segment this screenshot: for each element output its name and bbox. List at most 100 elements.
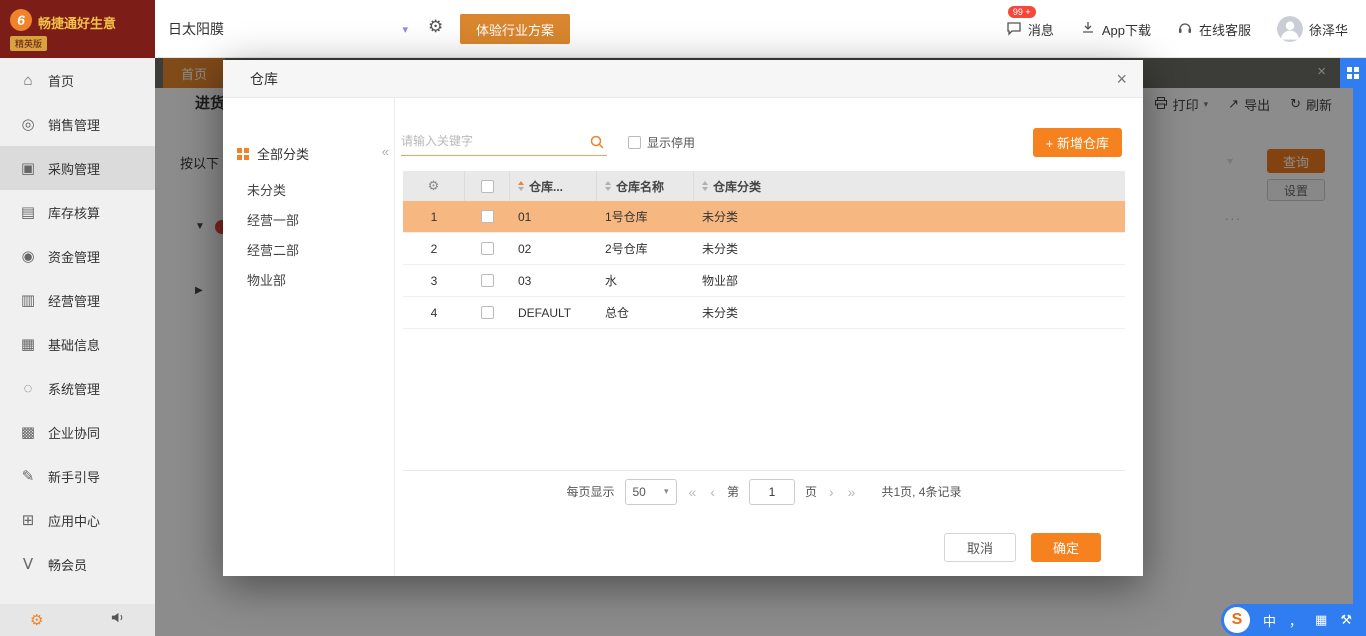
page-number-input[interactable] (748, 478, 795, 505)
ime-toolbar: S 中 ， ▦ ⚒ (1221, 604, 1366, 636)
row-index: 4 (430, 305, 438, 320)
table-row[interactable]: 1 01 1号仓库 未分类 (403, 201, 1125, 233)
speaker-icon[interactable] (110, 610, 125, 630)
row-checkbox[interactable] (481, 210, 494, 223)
sidebar-item-basic-info[interactable]: ▦ 基础信息 (0, 322, 155, 366)
category-item[interactable]: 经营二部 (247, 240, 299, 259)
panel-collapse-icon[interactable]: « (382, 144, 389, 159)
category-all[interactable]: 全部分类 (237, 144, 309, 163)
table-row[interactable]: 3 03 水 物业部 (403, 265, 1125, 297)
system-icon: ◌ (23, 379, 33, 397)
settings-gear-icon[interactable]: ⚙ (428, 17, 443, 37)
row-category: 未分类 (702, 306, 739, 320)
sidebar-item-label: 采购管理 (48, 161, 101, 177)
close-icon[interactable]: × (1116, 60, 1127, 98)
search-icon[interactable] (589, 134, 605, 155)
row-code: 01 (518, 209, 532, 224)
ime-toolbox-icon[interactable]: ⚒ (1340, 612, 1352, 628)
column-name[interactable]: 仓库名称 (597, 171, 694, 201)
sidebar-item-label: 企业协同 (48, 425, 101, 441)
online-service-button[interactable]: 在线客服 (1177, 20, 1251, 39)
sidebar-item-label: 库存核算 (48, 205, 101, 221)
topbar: 6 畅捷通好生意 精英版 日太阳膜 ▾ ⚙ 体验行业方案 99 + 消息 App… (0, 0, 1366, 58)
row-name: 2号仓库 (605, 242, 648, 256)
cancel-button[interactable]: 取消 (944, 533, 1016, 562)
category-item[interactable]: 经营一部 (247, 210, 299, 229)
warehouse-dialog: 仓库 × 全部分类 « 未分类 经营一部 经营二部 物业部 显示停用 + 新增仓… (223, 60, 1143, 576)
operations-icon: ▥ (20, 292, 36, 309)
category-panel: 全部分类 « 未分类 经营一部 经营二部 物业部 (223, 98, 395, 576)
sort-icon (518, 181, 524, 191)
row-index: 2 (430, 241, 438, 256)
prev-page-button[interactable]: ‹ (708, 484, 717, 500)
search-input[interactable] (401, 128, 581, 154)
right-scrollbar[interactable] (1353, 88, 1366, 636)
trial-plan-button[interactable]: 体验行业方案 (460, 14, 571, 44)
category-item[interactable]: 物业部 (247, 270, 286, 289)
first-page-button[interactable]: « (687, 484, 699, 500)
ime-logo-icon[interactable]: S (1224, 607, 1251, 633)
grid-icon (1347, 67, 1359, 79)
show-disabled-checkbox[interactable] (628, 136, 641, 149)
row-checkbox-cell (465, 201, 510, 232)
sidebar-gear-icon[interactable]: ⚙ (30, 611, 43, 629)
dialog-header: 仓库 × (223, 60, 1143, 98)
sidebar-item-system[interactable]: ◌ 系统管理 (0, 366, 155, 410)
sidebar-item-guide[interactable]: ✎ 新手引导 (0, 454, 155, 498)
chevron-down-icon: ▾ (402, 23, 408, 36)
app-download-button[interactable]: App下载 (1080, 20, 1151, 39)
sidebar-item-label: 经营管理 (48, 293, 101, 309)
column-category[interactable]: 仓库分类 (694, 171, 1125, 201)
per-page-select[interactable]: 50 ▾ (624, 478, 677, 505)
row-checkbox-cell (465, 297, 510, 328)
row-name: 总仓 (605, 306, 630, 320)
brand-mark-icon: 6 (10, 9, 32, 31)
ime-language-icon[interactable]: 中 (1263, 611, 1276, 630)
next-page-button[interactable]: › (827, 484, 836, 500)
category-all-label: 全部分类 (257, 147, 310, 162)
sidebar-item-label: 资金管理 (48, 249, 101, 265)
sidebar-item-label: 畅会员 (48, 557, 88, 573)
column-settings[interactable]: ⚙ (403, 171, 465, 201)
sidebar-item-inventory[interactable]: ▤ 库存核算 (0, 190, 155, 234)
row-checkbox-cell (465, 233, 510, 264)
sidebar-item-purchase[interactable]: ▣ 采购管理 (0, 146, 155, 190)
column-code-label: 仓库... (529, 179, 564, 194)
column-code[interactable]: 仓库... (510, 171, 597, 201)
app-download-label: App下载 (1101, 22, 1151, 38)
confirm-button[interactable]: 确定 (1031, 533, 1101, 562)
row-code: DEFAULT (518, 305, 572, 320)
category-item[interactable]: 未分类 (247, 180, 286, 199)
ime-punctuation-icon[interactable]: ， (1289, 611, 1302, 630)
messages-button[interactable]: 99 + 消息 (1006, 5, 1054, 39)
table-row[interactable]: 2 02 2号仓库 未分类 (403, 233, 1125, 265)
sidebar-item-operations[interactable]: ▥ 经营管理 (0, 278, 155, 322)
app-root: 6 畅捷通好生意 精英版 日太阳膜 ▾ ⚙ 体验行业方案 99 + 消息 App… (0, 0, 1366, 636)
last-page-button[interactable]: » (846, 484, 858, 500)
sidebar-item-sales[interactable]: ◎ 销售管理 (0, 102, 155, 146)
row-index: 3 (430, 273, 438, 288)
company-name: 日太阳膜 (168, 21, 224, 37)
row-checkbox[interactable] (481, 306, 494, 319)
show-disabled-toggle[interactable]: 显示停用 (628, 134, 695, 151)
sort-icon (605, 181, 611, 191)
sidebar-item-member[interactable]: Ⅴ 畅会员 (0, 542, 155, 586)
dialog-title: 仓库 (250, 71, 278, 87)
sidebar-item-funds[interactable]: ◉ 资金管理 (0, 234, 155, 278)
select-all-checkbox[interactable] (480, 179, 494, 193)
table-row[interactable]: 4 DEFAULT 总仓 未分类 (403, 297, 1125, 329)
layout-grid-button[interactable] (1340, 58, 1366, 88)
sidebar-item-app-center[interactable]: ⊞ 应用中心 (0, 498, 155, 542)
app-center-icon: ⊞ (21, 512, 35, 529)
row-checkbox[interactable] (481, 242, 494, 255)
company-select[interactable]: 日太阳膜 ▾ (168, 19, 408, 39)
add-warehouse-button[interactable]: + 新增仓库 (1032, 128, 1122, 157)
sidebar-item-home[interactable]: ⌂ 首页 (0, 58, 155, 102)
user-menu[interactable]: 徐泽华 (1276, 16, 1348, 42)
guide-icon: ✎ (21, 468, 35, 485)
search-box (401, 128, 607, 156)
row-checkbox[interactable] (481, 274, 494, 287)
ime-keyboard-icon[interactable]: ▦ (1315, 612, 1327, 628)
sidebar-item-label: 新手引导 (48, 469, 101, 485)
sidebar-item-collaboration[interactable]: ▩ 企业协同 (0, 410, 155, 454)
